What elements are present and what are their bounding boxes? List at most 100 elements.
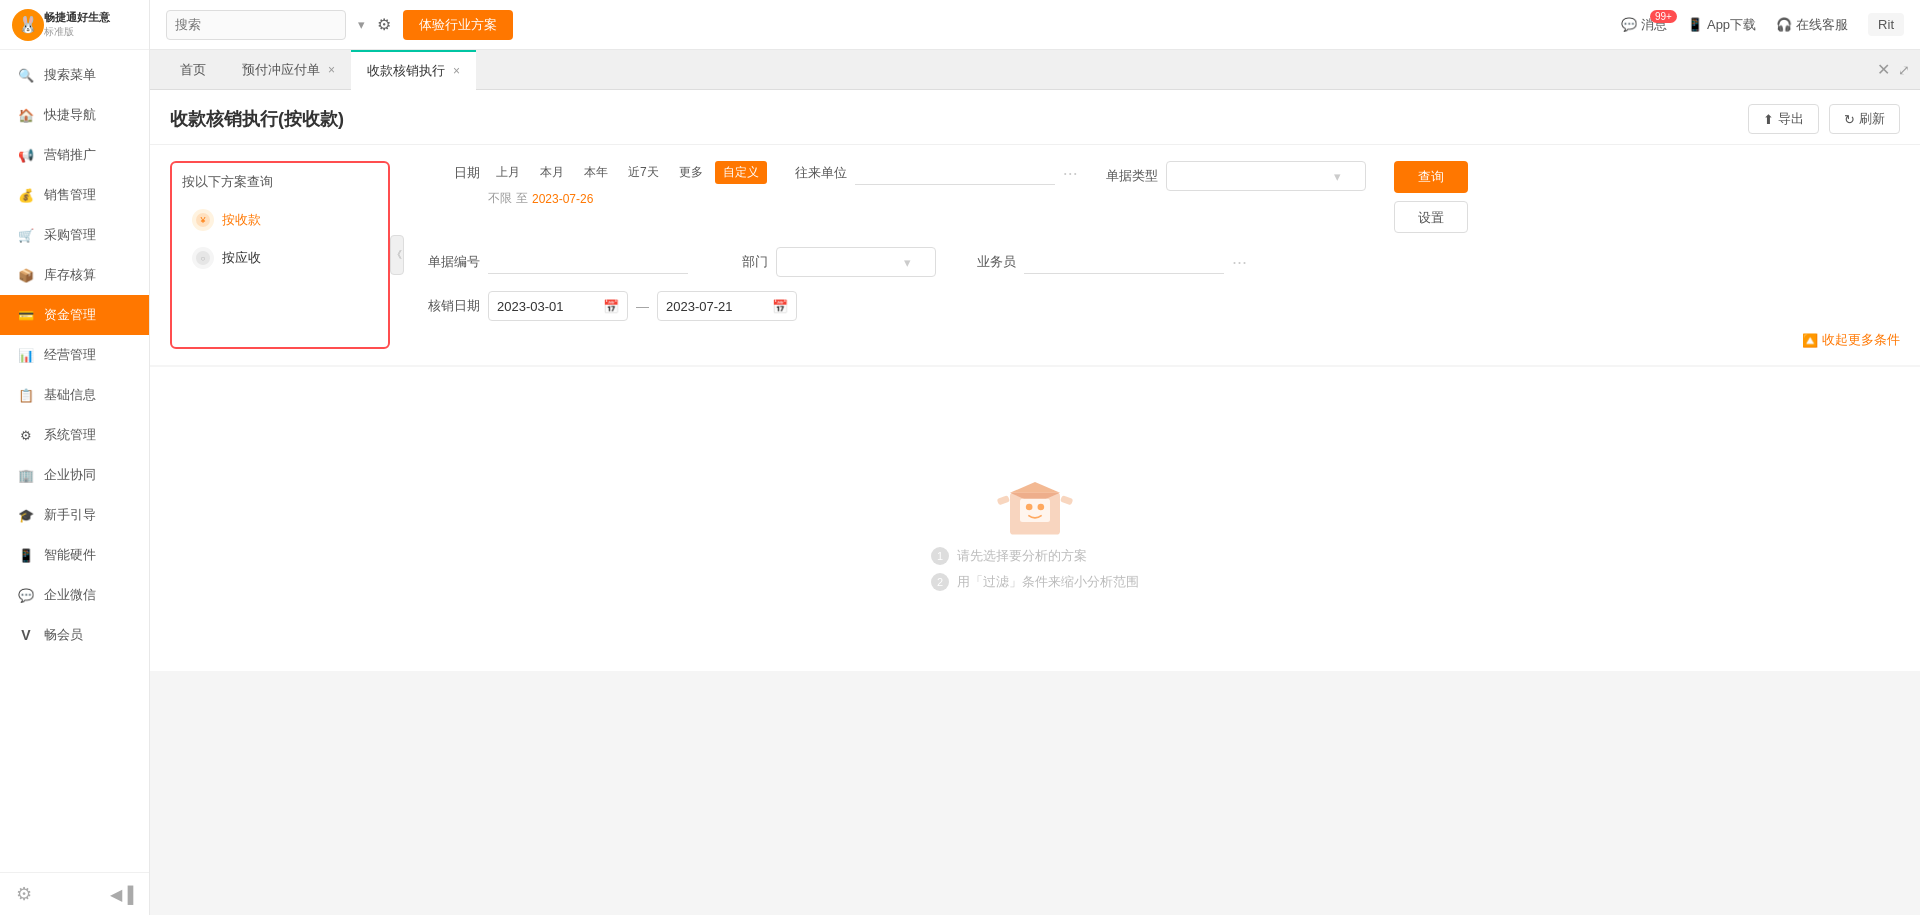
tabbar-close-all-button[interactable]: ✕ (1877, 60, 1890, 79)
collapse-more-button[interactable]: 🔼 收起更多条件 (420, 331, 1900, 349)
sidebar-item-enterprise[interactable]: 🏢 企业协同 (0, 455, 149, 495)
svg-point-7 (1038, 504, 1045, 511)
sidebar-collapse-icon[interactable]: ◀▐ (110, 885, 133, 904)
counterpart-input[interactable] (855, 161, 1055, 185)
settings-gear-icon[interactable]: ⚙ (16, 883, 32, 905)
tab-prepay-close[interactable]: × (328, 63, 335, 77)
sidebar-label-wechat: 企业微信 (44, 586, 96, 604)
marketing-icon: 📢 (16, 145, 36, 165)
date-quick-buttons: 上月 本月 本年 近7天 更多 自定义 (488, 161, 767, 184)
refresh-button[interactable]: ↻ 刷新 (1829, 104, 1900, 134)
counterpart-more-icon[interactable]: ··· (1063, 163, 1078, 184)
export-icon: ⬆ (1763, 112, 1774, 127)
tabbar-expand-button[interactable]: ⤢ (1898, 62, 1910, 78)
sidebar-item-finance[interactable]: 💳 资金管理 (0, 295, 149, 335)
staff-label: 业务员 (956, 253, 1016, 271)
online-service-button[interactable]: 🎧 在线客服 (1776, 16, 1848, 34)
filter-panel: 按以下方案查询 ¥ 按收款 ○ (150, 145, 1920, 365)
doc-no-label: 单据编号 (420, 253, 480, 271)
sidebar-item-sys[interactable]: ⚙ 系统管理 (0, 415, 149, 455)
sidebar-item-guide[interactable]: 🎓 新手引导 (0, 495, 149, 535)
receivable-option-label: 按应收 (222, 249, 261, 267)
sidebar-label-guide: 新手引导 (44, 506, 96, 524)
sidebar-logo: 🐰 畅捷通好生意 标准版 (0, 0, 149, 50)
sidebar-item-sales[interactable]: 💰 销售管理 (0, 175, 149, 215)
sales-icon: 💰 (16, 185, 36, 205)
sidebar-item-quick-nav[interactable]: 🏠 快捷导航 (0, 95, 149, 135)
calendar-icon-end: 📅 (772, 299, 788, 314)
sidebar-item-marketing[interactable]: 📢 营销推广 (0, 135, 149, 175)
sidebar-item-biz[interactable]: 📊 经营管理 (0, 335, 149, 375)
filter-type-selector: 按以下方案查询 ¥ 按收款 ○ (170, 161, 390, 349)
staff-more-icon[interactable]: ··· (1232, 252, 1247, 273)
staff-input[interactable] (1024, 250, 1224, 274)
filter-collapse-button[interactable]: 《 (390, 235, 404, 275)
app-download-label: App下载 (1707, 16, 1756, 34)
query-button[interactable]: 查询 (1394, 161, 1468, 193)
sidebar-item-purchase[interactable]: 🛒 采购管理 (0, 215, 149, 255)
online-service-icon: 🎧 (1776, 17, 1792, 32)
sidebar-item-basic[interactable]: 📋 基础信息 (0, 375, 149, 415)
offset-date-label: 核销日期 (420, 297, 480, 315)
dept-label: 部门 (708, 253, 768, 271)
enterprise-icon: 🏢 (16, 465, 36, 485)
counterpart-field: 往来单位 ··· (787, 161, 1078, 185)
date-btn-custom[interactable]: 自定义 (715, 161, 767, 184)
tab-prepay-label: 预付冲应付单 (242, 61, 320, 79)
dept-select[interactable]: ▾ (776, 247, 936, 277)
sidebar-label-inventory: 库存核算 (44, 266, 96, 284)
tab-receipt-offset[interactable]: 收款核销执行 × (351, 50, 476, 90)
home-icon: 🏠 (16, 105, 36, 125)
offset-date-start-input[interactable]: 2023-03-01 📅 (488, 291, 628, 321)
sidebar-item-hardware[interactable]: 📱 智能硬件 (0, 535, 149, 575)
filter-option-receivable[interactable]: ○ 按应收 (182, 239, 378, 277)
tab-receipt-offset-close[interactable]: × (453, 64, 460, 78)
industry-solution-button[interactable]: 体验行业方案 (403, 10, 513, 40)
date-btn-this-year[interactable]: 本年 (576, 161, 616, 184)
step2-text: 用「过滤」条件来缩小分析范围 (957, 573, 1139, 591)
logo-text-block: 畅捷通好生意 标准版 (44, 10, 110, 39)
inventory-icon: 📦 (16, 265, 36, 285)
basic-icon: 📋 (16, 385, 36, 405)
filter-row2: 单据编号 部门 ▾ 业务员 ··· (420, 247, 1900, 277)
empty-illustration (985, 447, 1085, 547)
offset-date-start-value: 2023-03-01 (497, 299, 564, 314)
doc-type-label: 单据类型 (1098, 167, 1158, 185)
tab-receipt-offset-label: 收款核销执行 (367, 62, 445, 80)
date-range-info: 不限 至 2023-07-26 (420, 190, 767, 207)
message-badge: 99+ (1650, 10, 1677, 23)
biz-icon: 📊 (16, 345, 36, 365)
date-btn-this-month[interactable]: 本月 (532, 161, 572, 184)
topbar-gear-icon[interactable]: ⚙ (377, 15, 391, 34)
date-btn-more[interactable]: 更多 (671, 161, 711, 184)
page-header-actions: ⬆ 导出 ↻ 刷新 (1748, 104, 1900, 134)
doc-type-select[interactable]: ▾ (1166, 161, 1366, 191)
app-download-button[interactable]: 📱 App下载 (1687, 16, 1756, 34)
doc-no-input[interactable] (488, 250, 688, 274)
sidebar-item-wechat[interactable]: 💬 企业微信 (0, 575, 149, 615)
user-profile[interactable]: Rit (1868, 13, 1904, 36)
empty-step1: 1 请先选择要分析的方案 (931, 547, 1139, 565)
tab-prepay[interactable]: 预付冲应付单 × (226, 50, 351, 90)
sidebar-label-sales: 销售管理 (44, 186, 96, 204)
tabbar: 首页 预付冲应付单 × 收款核销执行 × ✕ ⤢ (150, 50, 1920, 90)
date-btn-last-month[interactable]: 上月 (488, 161, 528, 184)
username-label: Rit (1878, 17, 1894, 32)
date-end-value: 2023-07-26 (532, 192, 593, 206)
topbar-search-input[interactable] (166, 10, 346, 40)
filter-option-receipt[interactable]: ¥ 按收款 (182, 201, 378, 239)
export-button[interactable]: ⬆ 导出 (1748, 104, 1819, 134)
tab-home[interactable]: 首页 (160, 50, 226, 90)
settings-button[interactable]: 设置 (1394, 201, 1468, 233)
offset-date-end-input[interactable]: 2023-07-21 📅 (657, 291, 797, 321)
sidebar-item-search[interactable]: 🔍 搜索菜单 (0, 55, 149, 95)
message-button[interactable]: 💬 消息 99+ (1621, 16, 1667, 34)
offset-date-field: 核销日期 2023-03-01 📅 — 2023-07-21 📅 (420, 291, 797, 321)
date-btn-7days[interactable]: 近7天 (620, 161, 667, 184)
collapse-arrow-icon: 🔼 (1802, 333, 1818, 348)
sidebar-item-member[interactable]: V 畅会员 (0, 615, 149, 655)
sidebar-item-inventory[interactable]: 📦 库存核算 (0, 255, 149, 295)
topbar-dropdown-arrow[interactable]: ▾ (358, 17, 365, 32)
receivable-option-icon: ○ (192, 247, 214, 269)
page-header: 收款核销执行(按收款) ⬆ 导出 ↻ 刷新 (150, 90, 1920, 145)
